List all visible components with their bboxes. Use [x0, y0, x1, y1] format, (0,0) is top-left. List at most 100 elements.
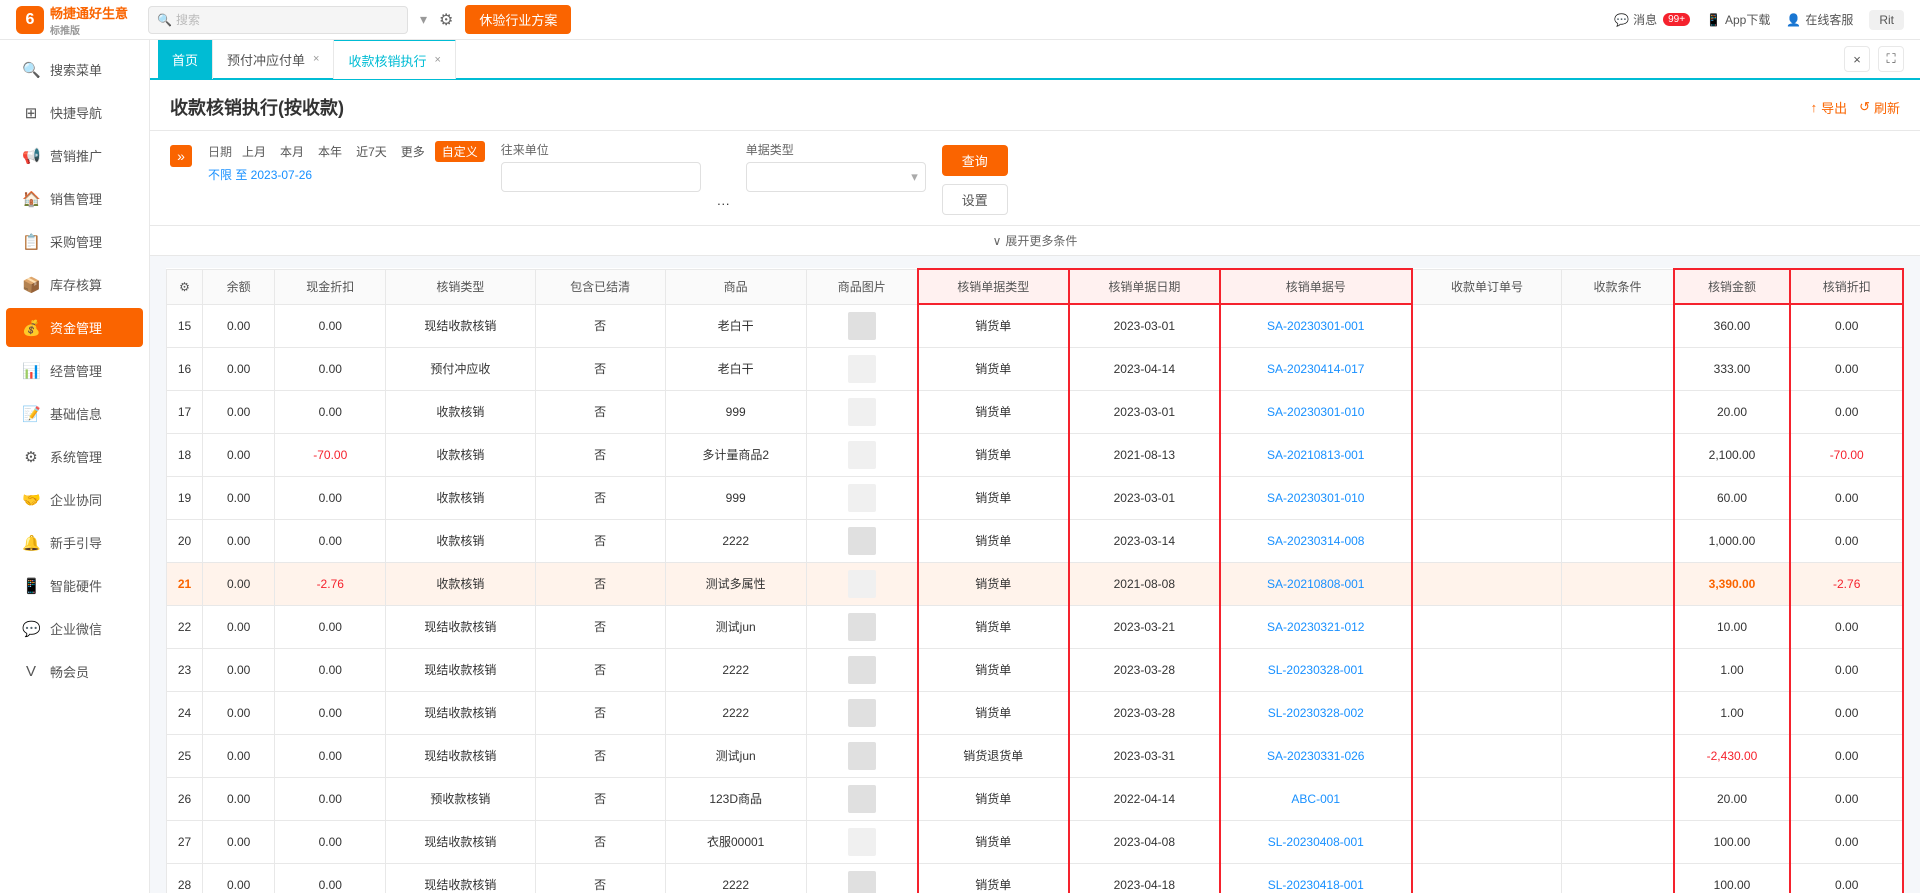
cell-id: 15 — [167, 304, 203, 347]
refresh-button[interactable]: ↺ 刷新 — [1859, 98, 1900, 117]
expand-conditions-row[interactable]: ∨ 展开更多条件 — [150, 226, 1920, 256]
filter-last-month[interactable]: 上月 — [238, 141, 270, 162]
cell-receipt-condition — [1562, 476, 1674, 519]
cell-write-off-type: 预收款核销 — [386, 777, 535, 820]
cell-write-off-discount: 0.00 — [1790, 347, 1903, 390]
cell-receipt-order — [1412, 347, 1562, 390]
cell-voucher-no[interactable]: SL-20230328-001 — [1220, 648, 1412, 691]
cell-voucher-no[interactable]: SA-20230301-001 — [1220, 304, 1412, 347]
sidebar-item-inventory[interactable]: 📦 库存核算 — [6, 265, 143, 304]
cell-balance: 0.00 — [203, 605, 275, 648]
global-search[interactable]: 🔍 搜索 — [148, 6, 408, 34]
cell-balance: 0.00 — [203, 433, 275, 476]
filter-bar: » 日期 上月 本月 本年 近7天 更多 自定义 不限 至 2023-07-26 — [150, 131, 1920, 226]
cell-voucher-type: 销货单 — [918, 605, 1069, 648]
cell-voucher-no[interactable]: SA-20230414-017 — [1220, 347, 1412, 390]
cell-balance: 0.00 — [203, 863, 275, 893]
settings-icon[interactable]: ⚙ — [439, 10, 453, 30]
cell-receipt-condition — [1562, 519, 1674, 562]
cell-product: 2222 — [665, 863, 806, 893]
sidebar-item-member[interactable]: V 畅会员 — [6, 652, 143, 691]
user-avatar[interactable]: Rit — [1869, 10, 1904, 30]
query-button[interactable]: 查询 — [942, 145, 1008, 176]
cell-voucher-no[interactable]: SL-20230408-001 — [1220, 820, 1412, 863]
tab-home[interactable]: 首页 — [158, 40, 213, 79]
sidebar-item-search[interactable]: 🔍 搜索菜单 — [6, 50, 143, 89]
tab-write-off-close[interactable]: × — [434, 54, 440, 66]
cell-voucher-no[interactable]: SA-20230301-010 — [1220, 390, 1412, 433]
sidebar-item-finance[interactable]: 💰 资金管理 — [6, 308, 143, 347]
sidebar-item-wechat[interactable]: 💬 企业微信 — [6, 609, 143, 648]
export-button[interactable]: ↑ 导出 — [1811, 98, 1848, 117]
cell-voucher-no[interactable]: SL-20230328-002 — [1220, 691, 1412, 734]
sidebar-item-system[interactable]: ⚙ 系统管理 — [6, 437, 143, 476]
filter-this-year[interactable]: 本年 — [314, 141, 346, 162]
filter-partner-input[interactable] — [501, 162, 701, 192]
cell-voucher-no[interactable]: SA-20210808-001 — [1220, 562, 1412, 605]
sidebar-item-hardware[interactable]: 📱 智能硬件 — [6, 566, 143, 605]
app-download-button[interactable]: 📱 App下载 — [1706, 11, 1770, 28]
tab-maximize-btn[interactable]: ⛶ — [1878, 46, 1904, 72]
filter-last-7days[interactable]: 近7天 — [352, 141, 391, 162]
th-settings[interactable]: ⚙ — [167, 269, 203, 304]
online-service-button[interactable]: 👤 在线客服 — [1786, 11, 1853, 28]
cell-write-off-discount: 0.00 — [1790, 734, 1903, 777]
filter-custom-date[interactable]: 自定义 — [435, 141, 485, 162]
filter-expand-button[interactable]: » — [170, 145, 192, 167]
member-icon: V — [22, 663, 40, 680]
sidebar-item-operations[interactable]: 📊 经营管理 — [6, 351, 143, 390]
industry-solution-button[interactable]: 休验行业方案 — [465, 5, 571, 34]
cell-voucher-type: 销货单 — [918, 347, 1069, 390]
tab-close-btn[interactable]: × — [1844, 46, 1870, 72]
cell-cash-discount: 0.00 — [275, 648, 386, 691]
th-cash-discount: 现金折扣 — [275, 269, 386, 304]
cell-product: 老白干 — [665, 347, 806, 390]
message-badge: 99+ — [1663, 13, 1690, 26]
sidebar-item-guide[interactable]: 🔔 新手引导 — [6, 523, 143, 562]
sidebar-item-shortcuts[interactable]: ⊞ 快捷导航 — [6, 93, 143, 132]
cell-write-off-amount: 20.00 — [1674, 777, 1791, 820]
th-write-off-type: 核销类型 — [386, 269, 535, 304]
sidebar-item-sales[interactable]: 🏠 销售管理 — [6, 179, 143, 218]
cell-product-img — [806, 820, 918, 863]
sidebar-item-marketing[interactable]: 📢 营销推广 — [6, 136, 143, 175]
tab-prepay-close[interactable]: × — [313, 53, 319, 65]
cell-voucher-no[interactable]: SA-20230321-012 — [1220, 605, 1412, 648]
sidebar-item-purchase[interactable]: 📋 采购管理 — [6, 222, 143, 261]
cell-write-off-discount: 0.00 — [1790, 476, 1903, 519]
top-bar-actions: 💬 消息 99+ 📱 App下载 👤 在线客服 Rit — [1614, 10, 1904, 30]
cell-voucher-no[interactable]: SA-20230331-026 — [1220, 734, 1412, 777]
cell-write-off-discount: 0.00 — [1790, 648, 1903, 691]
cell-balance: 0.00 — [203, 820, 275, 863]
cell-write-off-discount: 0.00 — [1790, 691, 1903, 734]
table-settings-button[interactable]: 设置 — [942, 184, 1008, 215]
tab-prepay[interactable]: 预付冲应付单 × — [213, 40, 334, 79]
cell-product: 老白干 — [665, 304, 806, 347]
finance-icon: 💰 — [22, 319, 40, 337]
cell-receipt-condition — [1562, 347, 1674, 390]
cell-voucher-no[interactable]: SA-20230301-010 — [1220, 476, 1412, 519]
sidebar-item-basic[interactable]: 📝 基础信息 — [6, 394, 143, 433]
message-button[interactable]: 💬 消息 99+ — [1614, 11, 1690, 28]
tab-write-off[interactable]: 收款核销执行 × — [334, 40, 455, 79]
cell-include-cleared: 否 — [535, 304, 665, 347]
cell-receipt-order — [1412, 820, 1562, 863]
cell-voucher-no[interactable]: SA-20230314-008 — [1220, 519, 1412, 562]
sidebar: 🔍 搜索菜单 ⊞ 快捷导航 📢 营销推广 🏠 销售管理 📋 采购管理 📦 库存核… — [0, 40, 150, 893]
cell-receipt-condition — [1562, 777, 1674, 820]
filter-voucher-type-select[interactable] — [746, 162, 926, 192]
cell-product: 测试jun — [665, 734, 806, 777]
table-row: 28 0.00 0.00 现结收款核销 否 2222 销货单 2023-04-1… — [167, 863, 1904, 893]
cell-include-cleared: 否 — [535, 777, 665, 820]
cell-write-off-amount: 1.00 — [1674, 648, 1791, 691]
filter-more-date[interactable]: 更多 — [397, 141, 429, 162]
sidebar-item-enterprise[interactable]: 🤝 企业协同 — [6, 480, 143, 519]
cell-write-off-discount: 0.00 — [1790, 777, 1903, 820]
cell-voucher-no[interactable]: SL-20230418-001 — [1220, 863, 1412, 893]
cell-write-off-discount: 0.00 — [1790, 390, 1903, 433]
data-table: ⚙ 余额 现金折扣 核销类型 包含已结清 商品 商品图片 核销单据类型 核销单据… — [166, 268, 1904, 893]
cell-voucher-no[interactable]: SA-20210813-001 — [1220, 433, 1412, 476]
cell-write-off-amount: 10.00 — [1674, 605, 1791, 648]
cell-voucher-no[interactable]: ABC-001 — [1220, 777, 1412, 820]
filter-this-month[interactable]: 本月 — [276, 141, 308, 162]
